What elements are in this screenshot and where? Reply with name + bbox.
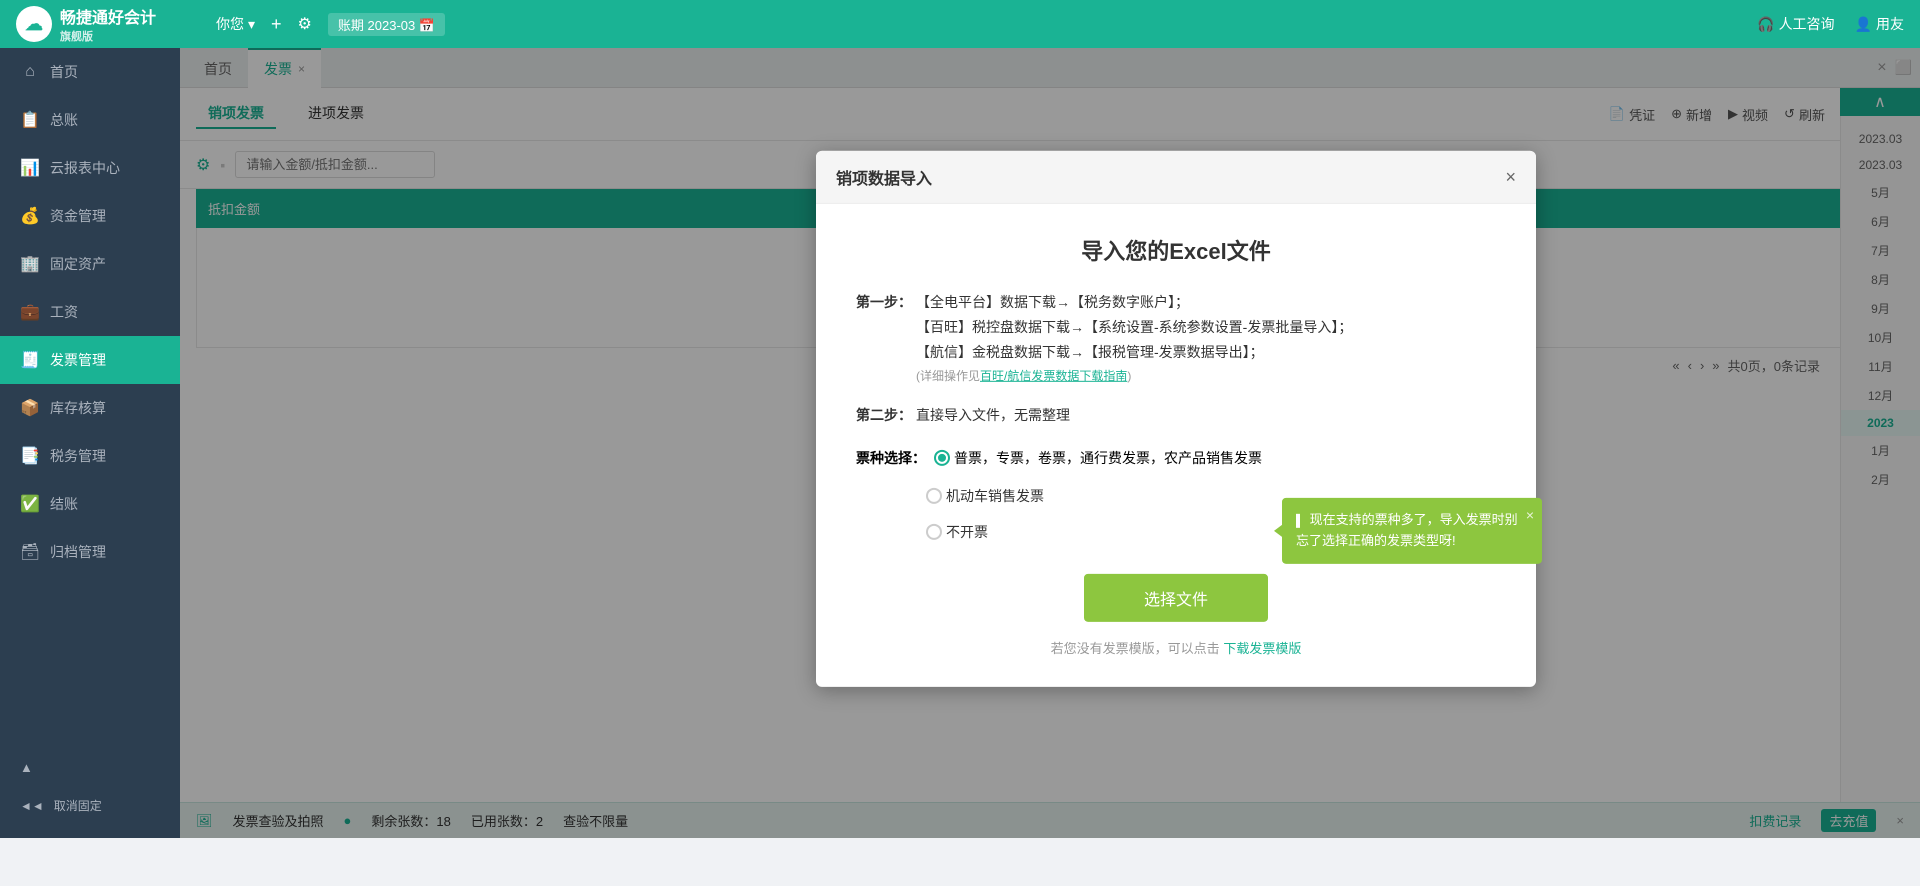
sidebar-item-invoice[interactable]: 🧾 发票管理 xyxy=(0,336,180,384)
tooltip-text: 现在支持的票种多了，导入发票时别忘了选择正确的发票类型呀! xyxy=(1296,512,1518,548)
sidebar-label-invoice: 发票管理 xyxy=(50,350,106,370)
step1-row: 第一步： 【全电平台】数据下载→【税务数字账户】； 【百旺】税控盘数据下载→【系… xyxy=(856,290,1496,387)
top-header: ☁ 畅捷通好会计 旗舰版 你您 ▾ + ⚙ 账期 2023-03 📅 🎧 人工咨… xyxy=(0,0,1920,48)
radio-inner-normal xyxy=(938,454,946,462)
radio-circle-normal xyxy=(934,450,950,466)
step1-label: 第一步： xyxy=(856,290,916,387)
reports-icon: 📊 xyxy=(20,158,40,178)
modal-main-title: 导入您的Excel文件 xyxy=(856,234,1496,266)
sidebar-label-reports: 云报表中心 xyxy=(50,158,120,178)
ticket-select-row: 票种选择： 普票，专票，卷票，通行费发票，农产品销售发票 现在支持的票种多了，导… xyxy=(856,448,1496,468)
sidebar-item-funds[interactable]: 💰 资金管理 xyxy=(0,192,180,240)
select-file-btn[interactable]: 选择文件 xyxy=(1084,574,1268,622)
step2-label: 第二步： xyxy=(856,403,916,428)
step2-content: 直接导入文件，无需整理 xyxy=(916,403,1496,428)
step2-row: 第二步： 直接导入文件，无需整理 xyxy=(856,403,1496,428)
stock-icon: 📦 xyxy=(20,398,40,418)
sidebar-label-home: 首页 xyxy=(50,62,78,82)
logo-area: ☁ 畅捷通好会计 旗舰版 xyxy=(16,4,196,44)
step1-line3: 【航信】金税盘数据下载→【报税管理-发票数据导出】； xyxy=(916,340,1496,365)
radio-label-motor: 机动车销售发票 xyxy=(946,486,1044,506)
salary-icon: 💼 xyxy=(20,302,40,322)
sidebar-item-stock[interactable]: 📦 库存核算 xyxy=(0,384,180,432)
sidebar-item-checkout[interactable]: ✅ 结账 xyxy=(0,480,180,528)
dropdown-icon: ▾ xyxy=(248,16,255,33)
user-btn[interactable]: 👤 用友 xyxy=(1855,14,1904,34)
sidebar-item-salary[interactable]: 💼 工资 xyxy=(0,288,180,336)
download-template-link[interactable]: 下载发票模版 xyxy=(1223,641,1301,656)
header-right: 🎧 人工咨询 👤 用友 xyxy=(1757,14,1904,34)
cancel-fix-icon: ◄◄ xyxy=(20,799,44,813)
sidebar-item-archive[interactable]: 🗃 归档管理 xyxy=(0,528,180,576)
logo-icon: ☁ xyxy=(16,6,52,42)
tax-icon: 📑 xyxy=(20,446,40,466)
sidebar-item-ledger[interactable]: 📋 总账 xyxy=(0,96,180,144)
radio-label-normal: 普票，专票，卷票，通行费发票，农产品销售发票 xyxy=(954,448,1262,468)
ticket-label: 票种选择： xyxy=(856,448,926,468)
sidebar: ⌂ 首页 📋 总账 📊 云报表中心 💰 资金管理 🏢 固定资产 💼 工资 🧾 发… xyxy=(0,48,180,838)
calendar-icon: 📅 xyxy=(419,18,435,33)
invoice-icon: 🧾 xyxy=(20,350,40,370)
sidebar-item-assets[interactable]: 🏢 固定资产 xyxy=(0,240,180,288)
modal-title: 销项数据导入 xyxy=(836,165,932,189)
cancel-fix-btn[interactable]: ◄◄ 取消固定 xyxy=(0,783,180,828)
settings-icon[interactable]: ⚙ xyxy=(298,14,312,34)
modal-footer-note: 若您没有发票模版，可以点击 下载发票模版 xyxy=(856,638,1496,657)
scroll-up-btn[interactable]: ▲ xyxy=(0,752,180,783)
sales-import-modal: 销项数据导入 × 导入您的Excel文件 第一步： 【全电平台】数据下载→【税务… xyxy=(816,151,1536,687)
home-icon: ⌂ xyxy=(20,63,40,81)
logo-sub-text: 旗舰版 xyxy=(60,28,156,44)
header-middle: 你您 ▾ + ⚙ 账期 2023-03 📅 xyxy=(196,13,1757,36)
sidebar-label-ledger: 总账 xyxy=(50,110,78,130)
ticket-selection: 票种选择： 普票，专票，卷票，通行费发票，农产品销售发票 现在支持的票种多了，导… xyxy=(856,448,1496,550)
period-badge: 账期 2023-03 📅 xyxy=(328,13,445,36)
sidebar-label-salary: 工资 xyxy=(50,302,78,322)
radio-normal[interactable]: 普票，专票，卷票，通行费发票，农产品销售发票 现在支持的票种多了，导入发票时别忘… xyxy=(934,448,1262,468)
modal-close-btn[interactable]: × xyxy=(1505,166,1516,187)
step1-content: 【全电平台】数据下载→【税务数字账户】； 【百旺】税控盘数据下载→【系统设置-系… xyxy=(916,290,1496,387)
step1-line1: 【全电平台】数据下载→【税务数字账户】； xyxy=(916,290,1496,315)
headset-icon: 🎧 xyxy=(1757,16,1774,33)
modal-header: 销项数据导入 × xyxy=(816,151,1536,204)
logo-main-text: 畅捷通好会计 xyxy=(60,4,156,28)
help-btn[interactable]: 🎧 人工咨询 xyxy=(1757,14,1834,34)
sidebar-item-home[interactable]: ⌂ 首页 xyxy=(0,48,180,96)
radio-circle-noticket xyxy=(926,524,942,540)
step1-line2: 【百旺】税控盘数据下载→【系统设置-系统参数设置-发票批量导入】； xyxy=(916,315,1496,340)
archive-icon: 🗃 xyxy=(20,542,40,562)
company-select[interactable]: 你您 ▾ xyxy=(216,14,255,34)
tooltip-close-btn[interactable]: × xyxy=(1526,504,1534,526)
sidebar-label-checkout: 结账 xyxy=(50,494,78,514)
tooltip-bubble: 现在支持的票种多了，导入发票时别忘了选择正确的发票类型呀! × xyxy=(1282,498,1542,564)
download-guide-link[interactable]: 百旺/航信发票数据下载指南 xyxy=(980,368,1127,382)
add-icon[interactable]: + xyxy=(271,14,282,35)
sidebar-label-tax: 税务管理 xyxy=(50,446,106,466)
sidebar-item-tax[interactable]: 📑 税务管理 xyxy=(0,432,180,480)
radio-label-noticket: 不开票 xyxy=(946,522,988,542)
step1-link-row: (详细操作见百旺/航信发票数据下载指南) xyxy=(916,365,1496,387)
tooltip-bar xyxy=(1296,514,1300,528)
radio-motor[interactable]: 机动车销售发票 xyxy=(926,486,1044,506)
modal-body: 导入您的Excel文件 第一步： 【全电平台】数据下载→【税务数字账户】； 【百… xyxy=(816,204,1536,687)
funds-icon: 💰 xyxy=(20,206,40,226)
assets-icon: 🏢 xyxy=(20,254,40,274)
logo-text-group: 畅捷通好会计 旗舰版 xyxy=(60,4,156,44)
radio-noticket[interactable]: 不开票 xyxy=(926,522,988,542)
sidebar-label-archive: 归档管理 xyxy=(50,542,106,562)
sidebar-label-stock: 库存核算 xyxy=(50,398,106,418)
sidebar-label-funds: 资金管理 xyxy=(50,206,106,226)
ledger-icon: 📋 xyxy=(20,110,40,130)
checkout-icon: ✅ xyxy=(20,494,40,514)
sidebar-label-assets: 固定资产 xyxy=(50,254,106,274)
radio-circle-motor xyxy=(926,488,942,504)
company-name: 你您 xyxy=(216,14,244,34)
user-icon: 👤 xyxy=(1855,16,1872,33)
sidebar-item-reports[interactable]: 📊 云报表中心 xyxy=(0,144,180,192)
